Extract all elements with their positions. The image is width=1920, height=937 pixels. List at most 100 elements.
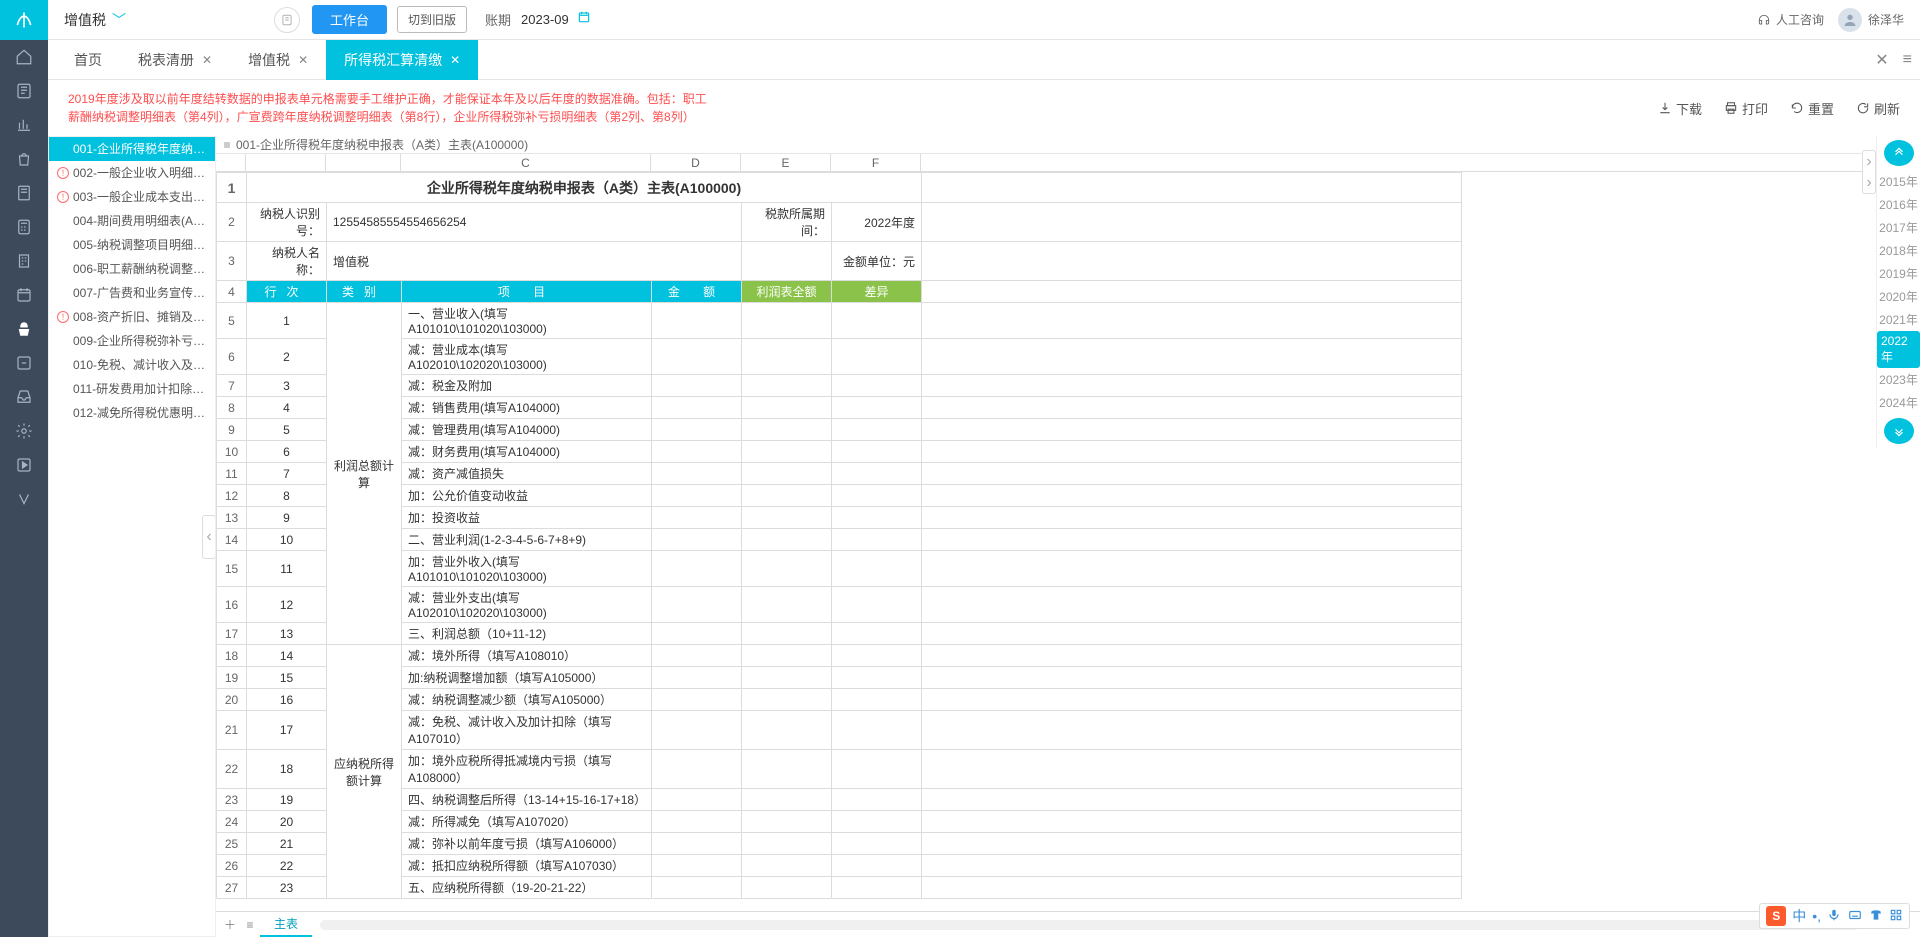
cell-amount[interactable] xyxy=(652,375,742,397)
cell-amount[interactable] xyxy=(652,339,742,375)
report-item-3[interactable]: 004-期间费用明细表(A1040... xyxy=(49,209,215,233)
cell-profit[interactable] xyxy=(742,689,832,711)
sheet-tab[interactable]: 主表 xyxy=(260,912,312,937)
cell-profit[interactable] xyxy=(742,419,832,441)
add-sheet-icon[interactable]: ＋ xyxy=(220,916,240,933)
report-item-8[interactable]: 009-企业所得税弥补亏损明... xyxy=(49,329,215,353)
cell-profit[interactable] xyxy=(742,529,832,551)
nav-bag-icon[interactable] xyxy=(0,142,48,176)
cell-amount[interactable] xyxy=(652,419,742,441)
tab-close-icon[interactable]: ✕ xyxy=(450,53,460,67)
cell-profit[interactable] xyxy=(742,750,832,789)
sheet-menu-icon[interactable]: ≡ xyxy=(240,918,260,932)
report-item-0[interactable]: 001-企业所得税年度纳税申... xyxy=(49,137,215,161)
ime-mode[interactable]: 中 xyxy=(1792,906,1806,926)
business-selector[interactable]: 增值税 ﹀ xyxy=(64,10,264,30)
cell-amount[interactable] xyxy=(652,855,742,877)
header-circle-button[interactable] xyxy=(274,7,300,33)
cell-diff[interactable] xyxy=(832,303,922,339)
nav-doc-icon[interactable] xyxy=(0,176,48,210)
tabs-more-icon[interactable]: ≡ xyxy=(1903,51,1912,69)
year-2016年[interactable]: 2016年 xyxy=(1879,193,1918,216)
app-logo[interactable] xyxy=(0,0,48,40)
cell-amount[interactable] xyxy=(652,689,742,711)
expand-year-panel-icon[interactable]: ›› xyxy=(1862,150,1876,194)
cell-amount[interactable] xyxy=(652,877,742,899)
cell-profit[interactable] xyxy=(742,339,832,375)
year-2017年[interactable]: 2017年 xyxy=(1879,216,1918,239)
report-item-11[interactable]: 012-减免所得税优惠明细表(... xyxy=(49,401,215,425)
cell-amount[interactable] xyxy=(652,507,742,529)
year-scroll-up-icon[interactable] xyxy=(1884,140,1914,166)
cell-amount[interactable] xyxy=(652,645,742,667)
nav-building-icon[interactable] xyxy=(0,244,48,278)
refresh-button[interactable]: 刷新 xyxy=(1856,99,1900,118)
report-item-6[interactable]: 007-广告费和业务宣传费跨... xyxy=(49,281,215,305)
cell-profit[interactable] xyxy=(742,463,832,485)
cell-amount[interactable] xyxy=(652,441,742,463)
report-item-2[interactable]: 003-一般企业成本支出明细...! xyxy=(49,185,215,209)
ime-skin-icon[interactable] xyxy=(1869,908,1883,925)
print-button[interactable]: 打印 xyxy=(1724,99,1768,118)
workbench-button[interactable]: 工作台 xyxy=(312,5,387,34)
cell-diff[interactable] xyxy=(832,750,922,789)
cell-amount[interactable] xyxy=(652,303,742,339)
ime-logo-icon[interactable]: S xyxy=(1766,906,1786,926)
cell-profit[interactable] xyxy=(742,551,832,587)
tab-close-icon[interactable]: ✕ xyxy=(298,53,308,67)
download-button[interactable]: 下载 xyxy=(1658,99,1702,118)
year-2023年[interactable]: 2023年 xyxy=(1879,368,1918,391)
nav-v-icon[interactable] xyxy=(0,482,48,516)
cell-amount[interactable] xyxy=(652,551,742,587)
cell-amount[interactable] xyxy=(652,485,742,507)
human-consult-button[interactable]: 人工咨询 xyxy=(1757,11,1824,28)
nav-settings-icon[interactable] xyxy=(0,414,48,448)
cell-diff[interactable] xyxy=(832,667,922,689)
cell-profit[interactable] xyxy=(742,623,832,645)
cell-diff[interactable] xyxy=(832,855,922,877)
cell-profit[interactable] xyxy=(742,789,832,811)
report-item-7[interactable]: 008-资产折旧、摊销及纳税...! xyxy=(49,305,215,329)
spreadsheet-table[interactable]: 1企业所得税年度纳税申报表（A类）主表(A100000) 2 纳税人识别号： 1… xyxy=(216,172,1462,899)
cell-diff[interactable] xyxy=(832,419,922,441)
cell-diff[interactable] xyxy=(832,711,922,750)
cell-amount[interactable] xyxy=(652,711,742,750)
cell-diff[interactable] xyxy=(832,789,922,811)
cell-amount[interactable] xyxy=(652,463,742,485)
report-item-5[interactable]: 006-职工薪酬纳税调整明细... xyxy=(49,257,215,281)
cell-diff[interactable] xyxy=(832,877,922,899)
year-2019年[interactable]: 2019年 xyxy=(1879,262,1918,285)
cell-profit[interactable] xyxy=(742,507,832,529)
report-item-10[interactable]: 011-研发费用加计扣除优惠... xyxy=(49,377,215,401)
cell-diff[interactable] xyxy=(832,689,922,711)
cell-profit[interactable] xyxy=(742,587,832,623)
cell-diff[interactable] xyxy=(832,375,922,397)
cell-diff[interactable] xyxy=(832,397,922,419)
nav-archive-icon[interactable] xyxy=(0,346,48,380)
ime-toolbar[interactable]: S 中 •, xyxy=(1759,903,1910,929)
cell-amount[interactable] xyxy=(652,750,742,789)
year-2020年[interactable]: 2020年 xyxy=(1879,285,1918,308)
cell-diff[interactable] xyxy=(832,623,922,645)
report-item-9[interactable]: 010-免税、减计收入及加计... xyxy=(49,353,215,377)
year-2022年[interactable]: 2022年 xyxy=(1877,331,1920,368)
cell-amount[interactable] xyxy=(652,833,742,855)
year-2024年[interactable]: 2024年 xyxy=(1879,391,1918,414)
cell-profit[interactable] xyxy=(742,375,832,397)
year-2018年[interactable]: 2018年 xyxy=(1879,239,1918,262)
cell-profit[interactable] xyxy=(742,667,832,689)
ime-mic-icon[interactable] xyxy=(1827,908,1841,925)
cell-profit[interactable] xyxy=(742,855,832,877)
nav-calendar-icon[interactable] xyxy=(0,278,48,312)
cell-diff[interactable] xyxy=(832,339,922,375)
cell-diff[interactable] xyxy=(832,811,922,833)
nav-inbox-icon[interactable] xyxy=(0,380,48,414)
ime-punct-icon[interactable]: •, xyxy=(1812,908,1821,924)
report-item-4[interactable]: 005-纳税调整项目明细表(A1... xyxy=(49,233,215,257)
cell-profit[interactable] xyxy=(742,833,832,855)
cell-diff[interactable] xyxy=(832,529,922,551)
collapse-report-list-icon[interactable]: ‹ xyxy=(202,515,216,559)
cell-diff[interactable] xyxy=(832,485,922,507)
year-2021年[interactable]: 2021年 xyxy=(1879,308,1918,331)
reset-button[interactable]: 重置 xyxy=(1790,99,1834,118)
